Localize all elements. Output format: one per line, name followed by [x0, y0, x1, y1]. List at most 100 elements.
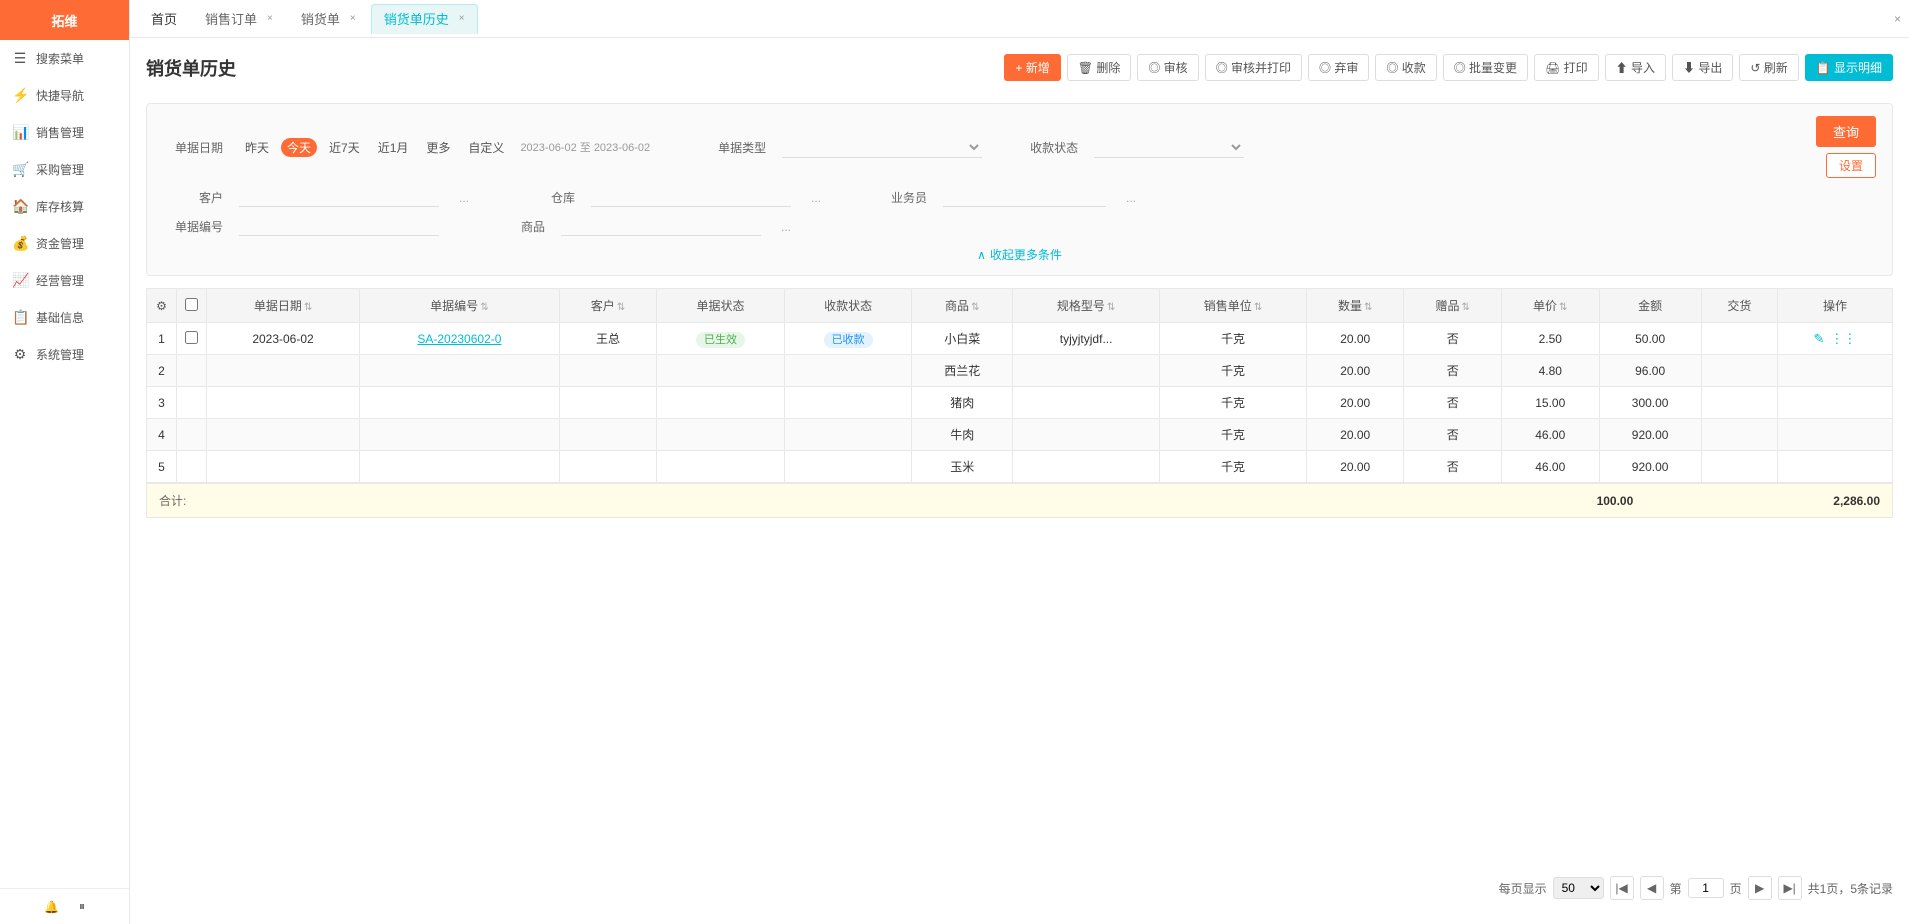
show-detail-button[interactable]: 📋 显示明细 [1805, 54, 1893, 81]
th-unit[interactable]: 销售单位 [1160, 289, 1307, 323]
table-row: 5 玉米 千克 20.00 否 46.00 920.00 [147, 451, 1893, 483]
sidebar-item-quick-nav[interactable]: ⚡ 快捷导航 [0, 77, 129, 114]
close-all-tabs[interactable]: × [1894, 12, 1901, 26]
th-goods[interactable]: 商品 [912, 289, 1013, 323]
new-button[interactable]: + 新增 [1004, 54, 1060, 81]
row-delivery [1701, 323, 1777, 355]
row-checkbox [177, 419, 207, 451]
row-checkbox-input[interactable] [185, 331, 198, 344]
edit-icon[interactable]: ✎ [1813, 331, 1824, 347]
th-gift[interactable]: 赠品 [1404, 289, 1502, 323]
abandon-button[interactable]: ◎ 弃审 [1308, 54, 1369, 81]
select-all-checkbox[interactable] [185, 298, 198, 311]
salesperson-dots[interactable]: ... [1126, 191, 1136, 205]
goods-input[interactable] [561, 217, 761, 236]
row-gift: 否 [1404, 387, 1502, 419]
delete-button[interactable]: 🗑 删除 [1067, 54, 1132, 81]
row-doc-status [657, 419, 785, 451]
sidebar-item-sales-mgmt[interactable]: 📊 销售管理 [0, 114, 129, 151]
row-no: 3 [147, 387, 177, 419]
customer-dots[interactable]: ... [459, 191, 469, 205]
th-spec[interactable]: 规格型号 [1013, 289, 1160, 323]
th-price[interactable]: 单价 [1501, 289, 1599, 323]
th-qty[interactable]: 数量 [1306, 289, 1404, 323]
warehouse-input[interactable] [591, 188, 791, 207]
gear-icon[interactable]: ⚙ [156, 299, 167, 313]
date-7days[interactable]: 近7天 [323, 138, 366, 157]
tab-sales-goods[interactable]: 销货单 × [288, 4, 369, 34]
date-more[interactable]: 更多 [420, 138, 456, 157]
page-next-btn[interactable]: ▶ [1748, 876, 1772, 900]
page-number-input[interactable]: 1 [1688, 878, 1724, 898]
row-spec [1013, 419, 1160, 451]
th-doc-status: 单据状态 [657, 289, 785, 323]
salesperson-input[interactable] [943, 188, 1106, 207]
tab-sales-history[interactable]: 销货单历史 × [371, 4, 478, 34]
tab-sales-history-close[interactable]: × [459, 13, 465, 24]
import-button[interactable]: ⬆ 导入 [1605, 54, 1666, 81]
collapse-button[interactable]: ∧ 收起更多条件 [163, 246, 1876, 263]
th-checkbox [177, 289, 207, 323]
sidebar-item-label: 快捷导航 [36, 87, 84, 104]
export-button[interactable]: ⬇ 导出 [1672, 54, 1733, 81]
doc-status-badge: 已生效 [696, 332, 745, 348]
date-custom[interactable]: 自定义 [462, 138, 510, 157]
settings-button[interactable]: 设置 [1826, 153, 1876, 178]
row-delivery [1701, 419, 1777, 451]
row-doc-status [657, 387, 785, 419]
date-1month[interactable]: 近1月 [372, 138, 415, 157]
sidebar-item-finance[interactable]: 💰 资金管理 [0, 225, 129, 262]
tab-sales-goods-close[interactable]: × [350, 13, 356, 24]
row-qty: 20.00 [1306, 451, 1404, 483]
payment-status-label: 收款状态 [1018, 139, 1078, 156]
filter-row-3: 单据编号 商品 ... [163, 217, 1876, 236]
sidebar-item-label: 搜索菜单 [36, 50, 84, 67]
batch-change-button[interactable]: ◎ 批量变更 [1443, 54, 1528, 81]
date-range-display: 2023-06-02 至 2023-06-02 [520, 139, 650, 155]
date-today[interactable]: 今天 [281, 138, 317, 157]
page-prev-btn[interactable]: ◀ [1640, 876, 1664, 900]
goods-dots[interactable]: ... [781, 220, 791, 234]
sidebar-item-purchase-mgmt[interactable]: 🛒 采购管理 [0, 151, 129, 188]
row-price: 46.00 [1501, 451, 1599, 483]
per-page-select[interactable]: 50 100 [1553, 877, 1604, 899]
notification-icon[interactable]: 🔔 [44, 900, 59, 914]
tab-home[interactable]: 首页 [138, 4, 190, 34]
more-icon[interactable]: ⋮⋮ [1830, 331, 1856, 347]
approve-print-button[interactable]: ◎ 审核并打印 [1205, 54, 1302, 81]
row-spec [1013, 355, 1160, 387]
th-doc-no[interactable]: 单据编号 [360, 289, 560, 323]
approve-button[interactable]: ◎ 审核 [1137, 54, 1198, 81]
row-checkbox [177, 451, 207, 483]
doc-type-label: 单据类型 [706, 139, 766, 156]
row-pay-status [784, 355, 912, 387]
row-no: 1 [147, 323, 177, 355]
tab-sales-order[interactable]: 销售订单 × [192, 4, 286, 34]
doc-no-input[interactable] [239, 217, 439, 236]
collect-button[interactable]: ◎ 收款 [1375, 54, 1436, 81]
pause-icon[interactable]: ⏸ [79, 899, 85, 914]
date-yesterday[interactable]: 昨天 [239, 138, 275, 157]
th-customer[interactable]: 客户 [559, 289, 657, 323]
refresh-button[interactable]: ↺ 刷新 [1739, 54, 1798, 81]
warehouse-dots[interactable]: ... [811, 191, 821, 205]
print-button[interactable]: 🖨 打印 [1534, 54, 1599, 81]
sidebar-item-inventory[interactable]: 🏠 库存核算 [0, 188, 129, 225]
row-customer [559, 355, 657, 387]
doc-no-link[interactable]: SA-20230602-0 [417, 332, 501, 346]
doc-type-select[interactable] [782, 137, 982, 158]
page-first-btn[interactable]: |◀ [1610, 876, 1634, 900]
sidebar-item-search-menu[interactable]: ☰ 搜索菜单 [0, 40, 129, 77]
tab-sales-order-close[interactable]: × [267, 13, 273, 24]
sidebar-item-operations[interactable]: 📈 经营管理 [0, 262, 129, 299]
sidebar-item-basic-info[interactable]: 📋 基础信息 [0, 299, 129, 336]
row-amount: 50.00 [1599, 323, 1701, 355]
page-last-btn[interactable]: ▶| [1778, 876, 1802, 900]
sidebar-item-sys-mgmt[interactable]: ⚙ 系统管理 [0, 336, 129, 373]
payment-status-select[interactable] [1094, 137, 1244, 158]
customer-input[interactable] [239, 188, 439, 207]
th-date[interactable]: 单据日期 [207, 289, 360, 323]
th-gear[interactable]: ⚙ [147, 289, 177, 323]
query-button[interactable]: 查询 [1816, 116, 1876, 147]
row-action [1777, 355, 1892, 387]
